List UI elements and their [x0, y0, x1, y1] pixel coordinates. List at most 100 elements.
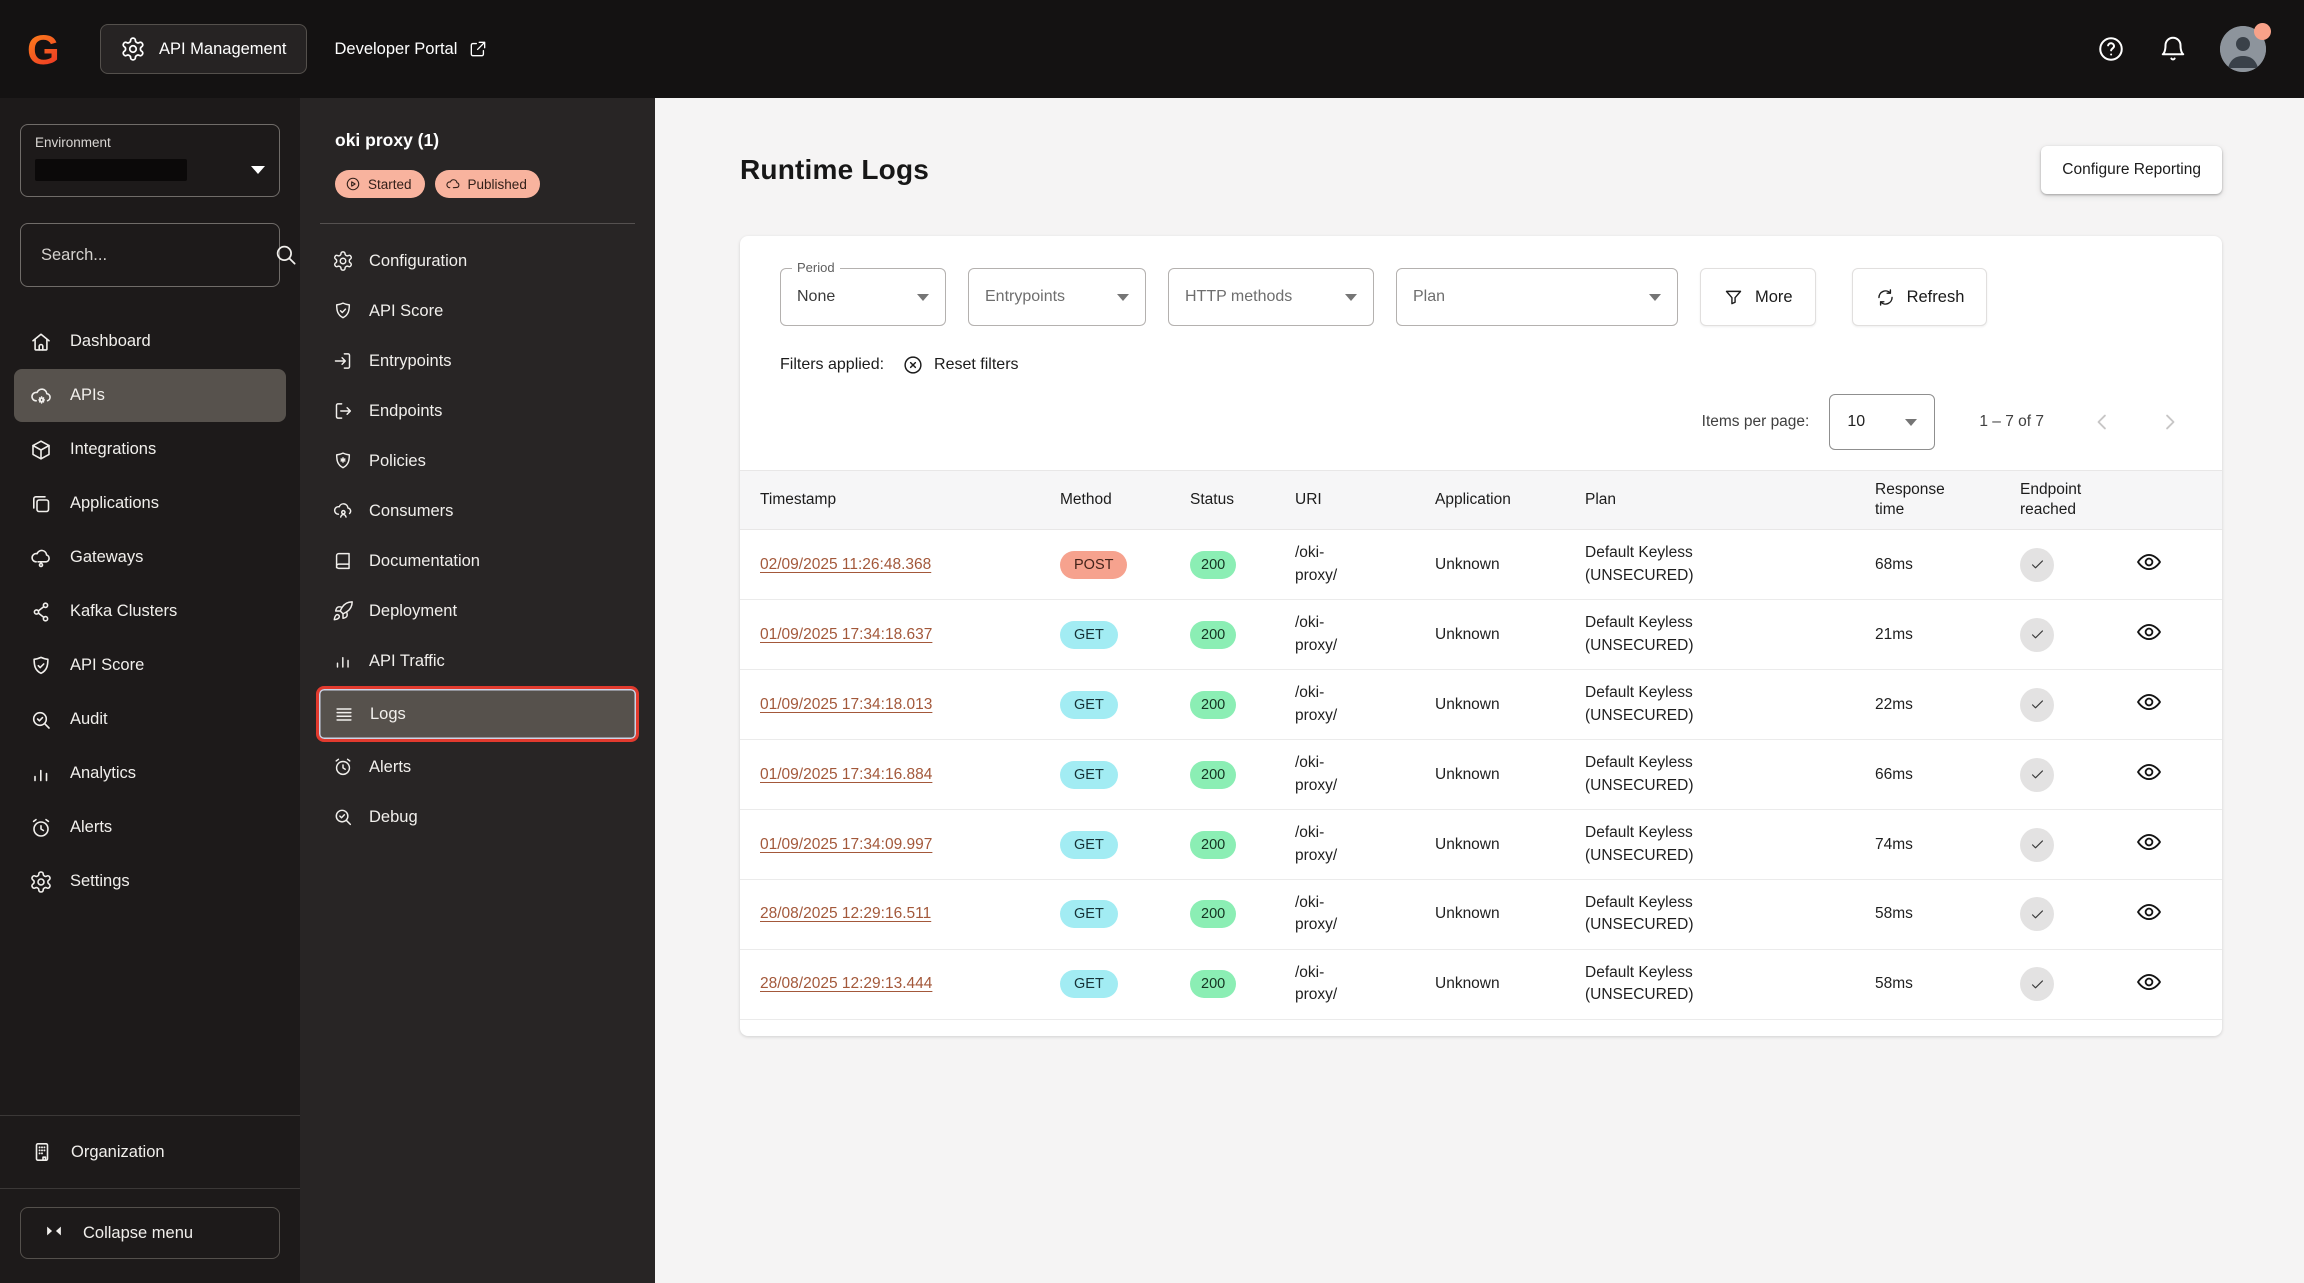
plan-select[interactable]: Plan — [1396, 268, 1678, 326]
gear-icon — [120, 36, 146, 62]
gravitee-logo[interactable]: G — [24, 25, 72, 73]
api-menu-item-policies[interactable]: Policies — [316, 436, 639, 486]
eye-icon — [2135, 968, 2163, 996]
plan-cell: Default Keyless (UNSECURED) — [1585, 949, 1875, 1020]
col-header-application: Application — [1435, 469, 1585, 531]
sidebar-item-dashboard[interactable]: Dashboard — [14, 315, 286, 368]
sidebar-item-integrations[interactable]: Integrations — [14, 423, 286, 476]
log-table-row: 01/09/2025 17:34:18.013 GET 200 /oki-pro… — [740, 669, 2222, 741]
refresh-button[interactable]: Refresh — [1851, 268, 1988, 326]
api-menu-item-entrypoints[interactable]: Entrypoints — [316, 336, 639, 386]
method-badge: GET — [1060, 620, 1118, 649]
building-icon — [30, 1140, 54, 1164]
api-menu-item-api-score[interactable]: API Score — [316, 286, 639, 336]
api-menu-item-alerts[interactable]: Alerts — [316, 742, 639, 792]
applications-icon — [29, 492, 53, 516]
entrypoints-select[interactable]: Entrypoints — [968, 268, 1146, 326]
timestamp-link[interactable]: 28/08/2025 12:29:16.511 — [760, 905, 931, 922]
sidebar-item-organization[interactable]: Organization — [0, 1116, 300, 1188]
reset-filters-button[interactable]: Reset filters — [902, 354, 1019, 376]
timestamp-link[interactable]: 02/09/2025 11:26:48.368 — [760, 556, 931, 573]
alarm-icon — [332, 756, 354, 778]
kafka-icon — [29, 600, 53, 624]
endpoint-reached-cell — [2020, 809, 2135, 880]
table-header-row: Timestamp Method Status URI Application … — [740, 469, 2222, 531]
sidebar-item-analytics[interactable]: Analytics — [14, 747, 286, 800]
configure-reporting-button[interactable]: Configure Reporting — [2041, 146, 2222, 194]
status-badge: 200 — [1190, 970, 1237, 999]
status-cell: 200 — [1190, 809, 1295, 880]
method-cell: POST — [1060, 529, 1190, 601]
alarm-icon — [29, 816, 53, 840]
view-log-button[interactable] — [2135, 828, 2163, 856]
timestamp-link[interactable]: 28/08/2025 12:29:13.444 — [760, 975, 932, 992]
check-icon — [2020, 897, 2054, 932]
notifications-button[interactable] — [2158, 34, 2188, 64]
actions-cell — [2135, 809, 2222, 880]
api-menu-item-configuration[interactable]: Configuration — [316, 236, 639, 286]
col-header-response-time: Response time — [1875, 469, 2020, 531]
page-title: Runtime Logs — [740, 154, 930, 185]
items-per-page-select[interactable]: 10 — [1829, 394, 1936, 450]
pagination-row: Items per page: 10 1 – 7 of 7 — [740, 376, 2222, 470]
status-badge-started: Started — [335, 170, 425, 198]
view-log-button[interactable] — [2135, 898, 2163, 926]
timestamp-link[interactable]: 01/09/2025 17:34:18.013 — [760, 696, 932, 713]
sidebar-item-apis[interactable]: APIs — [14, 369, 286, 422]
developer-portal-link[interactable]: Developer Portal — [335, 39, 489, 59]
api-menu-item-consumers[interactable]: Consumers — [316, 486, 639, 536]
more-filters-button[interactable]: More — [1700, 268, 1816, 326]
sidebar-item-kafka-clusters[interactable]: Kafka Clusters — [14, 585, 286, 638]
api-menu-item-endpoints[interactable]: Endpoints — [316, 386, 639, 436]
previous-page-button[interactable] — [2088, 408, 2116, 436]
period-label: Period — [792, 260, 840, 275]
chevron-down-icon — [1345, 293, 1357, 301]
api-menu-item-api-traffic[interactable]: API Traffic — [316, 636, 639, 686]
sidebar-item-label: Integrations — [70, 440, 157, 458]
sidebar-item-applications[interactable]: Applications — [14, 477, 286, 530]
response-time-cell: 66ms — [1875, 739, 2020, 811]
log-table-row: 01/09/2025 17:34:18.637 GET 200 /oki-pro… — [740, 599, 2222, 671]
sidebar-item-settings[interactable]: Settings — [14, 855, 286, 908]
view-log-button[interactable] — [2135, 618, 2163, 646]
http-methods-select[interactable]: HTTP methods — [1168, 268, 1374, 326]
collapse-menu-button[interactable]: Collapse menu — [20, 1207, 280, 1259]
api-menu-item-documentation[interactable]: Documentation — [316, 536, 639, 586]
timestamp-cell: 01/09/2025 17:34:16.884 — [740, 739, 1060, 811]
method-badge: POST — [1060, 550, 1128, 579]
timestamp-link[interactable]: 01/09/2025 17:34:16.884 — [760, 766, 932, 783]
eye-icon — [2135, 828, 2163, 856]
avatar[interactable] — [2220, 23, 2271, 72]
view-log-button[interactable] — [2135, 968, 2163, 996]
sidebar-item-gateways[interactable]: Gateways — [14, 531, 286, 584]
method-badge: GET — [1060, 970, 1118, 999]
environment-select[interactable]: Environment — [20, 124, 280, 197]
api-menu-item-label: Logs — [370, 704, 406, 723]
api-management-switcher[interactable]: API Management — [100, 24, 307, 74]
response-time-cell: 22ms — [1875, 669, 2020, 741]
view-log-button[interactable] — [2135, 688, 2163, 716]
search-input[interactable] — [39, 244, 263, 266]
sidebar-item-api-score[interactable]: API Score — [14, 639, 286, 692]
sidebar-item-audit[interactable]: Audit — [14, 693, 286, 746]
api-menu-item-debug[interactable]: Debug — [316, 792, 639, 842]
api-menu-item-deployment[interactable]: Deployment — [316, 586, 639, 636]
sidebar-item-alerts[interactable]: Alerts — [14, 801, 286, 854]
view-log-button[interactable] — [2135, 548, 2163, 576]
api-menu-item-label: Endpoints — [369, 401, 443, 420]
log-table-row: 01/09/2025 17:34:16.884 GET 200 /oki-pro… — [740, 739, 2222, 811]
period-select[interactable]: Period None — [780, 260, 946, 326]
response-time-cell: 74ms — [1875, 809, 2020, 880]
help-button[interactable] — [2096, 34, 2126, 64]
plan-cell: Default Keyless (UNSECURED) — [1585, 599, 1875, 671]
view-log-button[interactable] — [2135, 758, 2163, 786]
endpoint-reached-cell — [2020, 879, 2135, 950]
next-page-button[interactable] — [2156, 408, 2184, 436]
api-menu-item-logs[interactable]: Logs — [316, 686, 639, 742]
timestamp-link[interactable]: 01/09/2025 17:34:18.637 — [760, 626, 932, 643]
log-table-row: 28/08/2025 12:29:13.444 GET 200 /oki-pro… — [740, 949, 2222, 1020]
shield-star-icon — [332, 450, 354, 472]
timestamp-link[interactable]: 01/09/2025 17:34:09.997 — [760, 836, 932, 853]
circle-x-icon — [902, 354, 924, 376]
cloud-gear-icon — [29, 384, 53, 408]
